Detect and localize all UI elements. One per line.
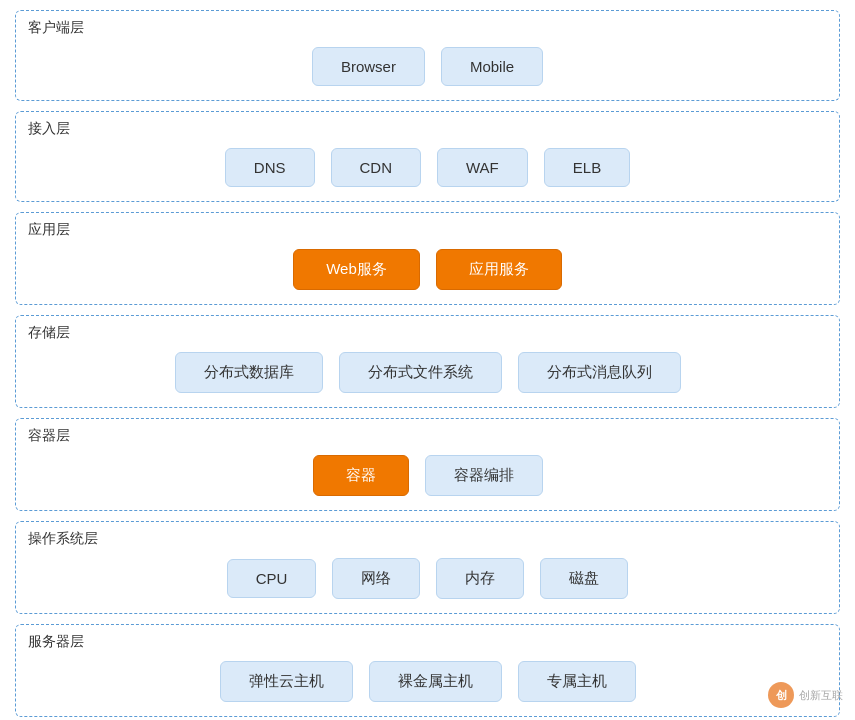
watermark-icon: 创 — [768, 682, 794, 708]
chip-mobile[interactable]: Mobile — [441, 47, 543, 86]
layer-label-storage-layer: 存储层 — [28, 324, 827, 342]
layer-label-os-layer: 操作系统层 — [28, 530, 827, 548]
chip-dist-mq[interactable]: 分布式消息队列 — [518, 352, 681, 393]
chip-elastic-vm[interactable]: 弹性云主机 — [220, 661, 353, 702]
chip-disk[interactable]: 磁盘 — [540, 558, 628, 599]
layer-client-layer: 客户端层 Browser Mobile — [15, 10, 840, 101]
chip-web-service[interactable]: Web服务 — [293, 249, 420, 290]
layer-items-access-layer: DNS CDN WAF ELB — [28, 148, 827, 187]
layer-items-server-layer: 弹性云主机裸金属主机专属主机 — [28, 661, 827, 702]
layer-app-layer: 应用层 Web服务应用服务 — [15, 212, 840, 305]
layer-items-os-layer: CPU 网络内存磁盘 — [28, 558, 827, 599]
chip-browser[interactable]: Browser — [312, 47, 425, 86]
chip-dist-db[interactable]: 分布式数据库 — [175, 352, 323, 393]
chip-container-orchestration[interactable]: 容器编排 — [425, 455, 543, 496]
layer-access-layer: 接入层 DNS CDN WAF ELB — [15, 111, 840, 202]
layer-label-server-layer: 服务器层 — [28, 633, 827, 651]
chip-network[interactable]: 网络 — [332, 558, 420, 599]
chip-dedicated[interactable]: 专属主机 — [518, 661, 636, 702]
layer-server-layer: 服务器层弹性云主机裸金属主机专属主机 — [15, 624, 840, 717]
chip-bare-metal[interactable]: 裸金属主机 — [369, 661, 502, 702]
layer-items-app-layer: Web服务应用服务 — [28, 249, 827, 290]
layer-items-client-layer: Browser Mobile — [28, 47, 827, 86]
layer-label-client-layer: 客户端层 — [28, 19, 827, 37]
chip-cdn[interactable]: CDN — [331, 148, 422, 187]
layer-container-layer: 容器层容器容器编排 — [15, 418, 840, 511]
watermark: 创 创新互联 — [768, 682, 843, 708]
chip-container[interactable]: 容器 — [313, 455, 409, 496]
layer-items-container-layer: 容器容器编排 — [28, 455, 827, 496]
layer-storage-layer: 存储层分布式数据库分布式文件系统分布式消息队列 — [15, 315, 840, 408]
chip-app-service[interactable]: 应用服务 — [436, 249, 562, 290]
chip-dist-fs[interactable]: 分布式文件系统 — [339, 352, 502, 393]
chip-dns[interactable]: DNS — [225, 148, 315, 187]
chip-cpu[interactable]: CPU — [227, 559, 317, 598]
watermark-text: 创新互联 — [799, 688, 843, 703]
layers-container: 客户端层 Browser Mobile 接入层 DNS CDN WAF ELB 应用层 Web服务… — [15, 10, 840, 717]
layer-label-container-layer: 容器层 — [28, 427, 827, 445]
layer-os-layer: 操作系统层 CPU 网络内存磁盘 — [15, 521, 840, 614]
layer-label-app-layer: 应用层 — [28, 221, 827, 239]
layer-label-access-layer: 接入层 — [28, 120, 827, 138]
chip-memory[interactable]: 内存 — [436, 558, 524, 599]
layer-items-storage-layer: 分布式数据库分布式文件系统分布式消息队列 — [28, 352, 827, 393]
chip-elb[interactable]: ELB — [544, 148, 630, 187]
chip-waf[interactable]: WAF — [437, 148, 528, 187]
